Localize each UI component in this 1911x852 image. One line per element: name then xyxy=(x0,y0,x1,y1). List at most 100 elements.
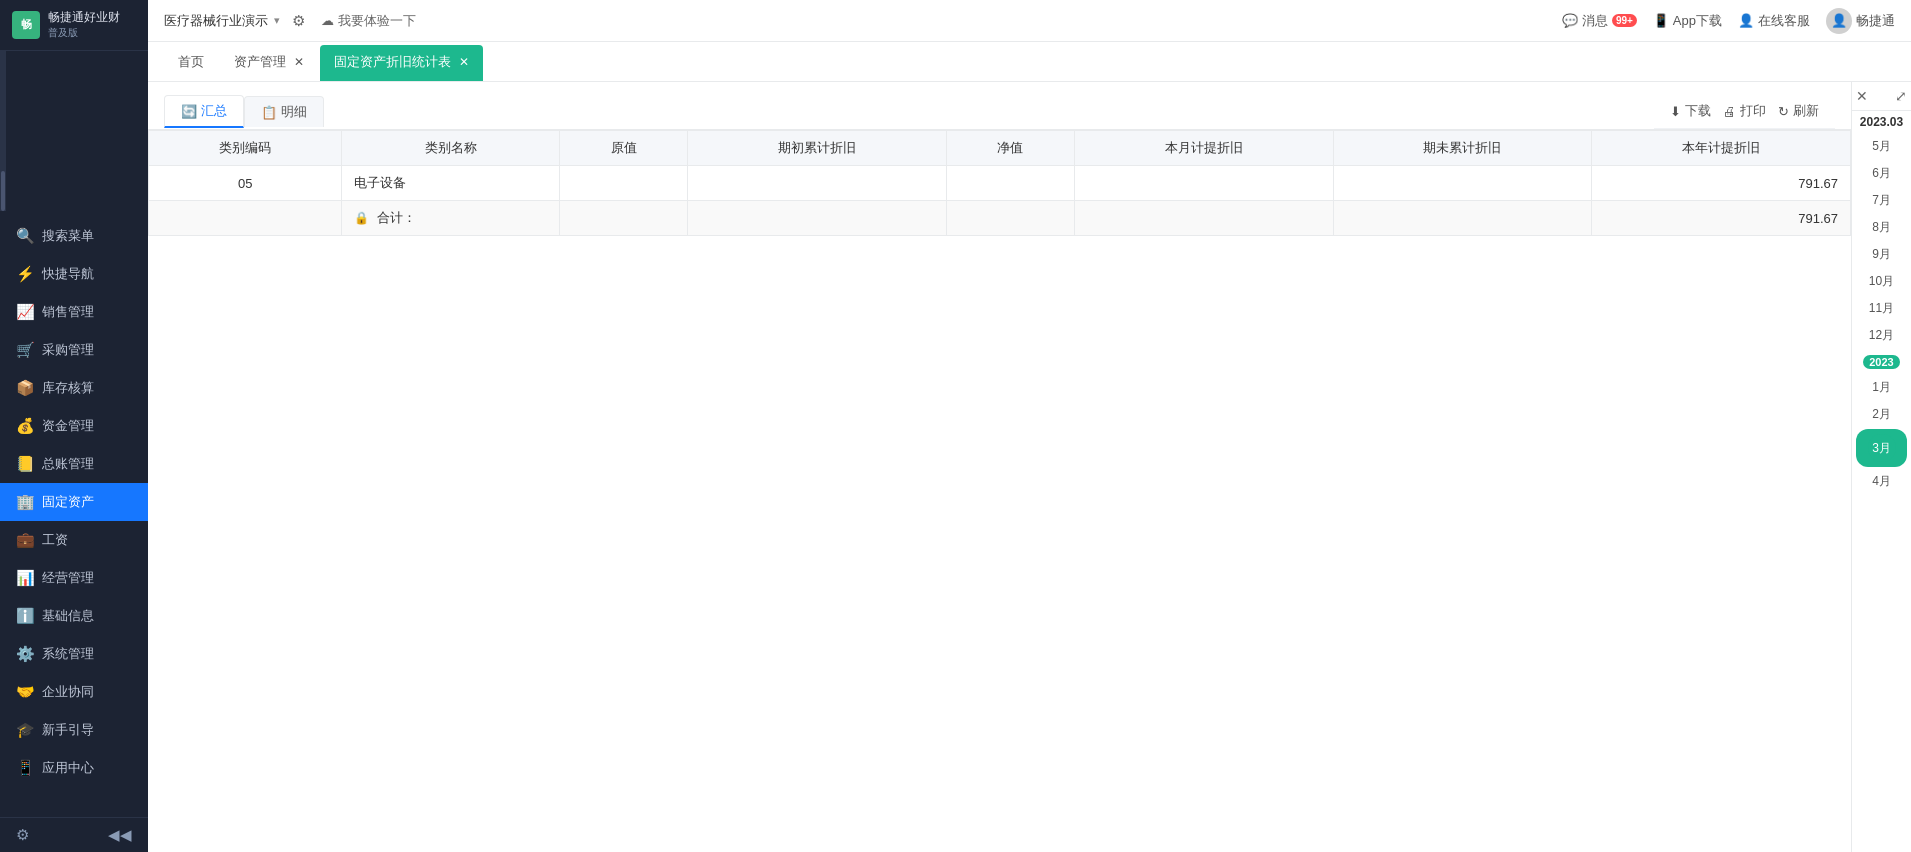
row-name: 电子设备 xyxy=(342,166,560,201)
sidebar-item-label: 系统管理 xyxy=(42,645,94,663)
row-monthly-dep xyxy=(1074,166,1333,201)
sidebar-item-guide[interactable]: 🎓 新手引导 xyxy=(0,711,148,749)
tab-depreciation[interactable]: 固定资产折旧统计表 ✕ xyxy=(320,45,483,81)
sidebar-item-quicknav[interactable]: ⚡ 快捷导航 xyxy=(0,255,148,293)
sidebar-item-funds[interactable]: 💰 资金管理 xyxy=(0,407,148,445)
col-net-value: 净值 xyxy=(946,131,1074,166)
app-icon: 📱 xyxy=(1653,13,1669,28)
online-service-btn[interactable]: 👤 在线客服 xyxy=(1738,12,1810,30)
sidebar-item-label: 搜索菜单 xyxy=(42,227,94,245)
sidebar-item-payroll[interactable]: 💼 工资 xyxy=(0,521,148,559)
sidebar-item-label: 采购管理 xyxy=(42,341,94,359)
sidebar-item-label: 销售管理 xyxy=(42,303,94,321)
summary-row: 🔒 合计： 791.67 xyxy=(149,201,1851,236)
settings-icon[interactable]: ⚙ xyxy=(16,826,29,844)
experience-btn[interactable]: ☁ 我要体验一下 xyxy=(321,12,416,30)
logo-name: 畅捷通好业财 xyxy=(48,10,120,26)
row-code: 05 xyxy=(149,166,342,201)
sidebar-item-system[interactable]: ⚙️ 系统管理 xyxy=(0,635,148,673)
tab-asset-mgmt[interactable]: 资产管理 ✕ xyxy=(220,45,318,81)
subtab-detail-label: 明细 xyxy=(281,103,307,121)
sum-annual-dep: 791.67 xyxy=(1592,201,1851,236)
tab-asset-close-icon[interactable]: ✕ xyxy=(294,55,304,69)
user-profile-btn[interactable]: 👤 畅捷通 xyxy=(1826,8,1895,34)
sidebar-item-ledger[interactable]: 📒 总账管理 xyxy=(0,445,148,483)
sidebar-item-label: 新手引导 xyxy=(42,721,94,739)
date-month-12[interactable]: 12月 xyxy=(1852,322,1911,349)
sidebar-item-basics[interactable]: ℹ️ 基础信息 xyxy=(0,597,148,635)
row-original xyxy=(559,166,687,201)
avatar: 👤 xyxy=(1826,8,1852,34)
sidebar-item-inventory[interactable]: 📦 库存核算 xyxy=(0,369,148,407)
print-btn[interactable]: 🖨 打印 xyxy=(1723,102,1766,120)
sidebar-item-search[interactable]: 🔍 搜索菜单 xyxy=(0,217,148,255)
sidebar-logo: 畅 畅捷通好业财 普及版 xyxy=(0,0,148,51)
company-selector[interactable]: 医疗器械行业演示 ▾ xyxy=(164,12,280,30)
ledger-icon: 📒 xyxy=(16,455,34,473)
logo-icon: 畅 xyxy=(12,11,40,39)
col-original: 原值 xyxy=(559,131,687,166)
experience-label: 我要体验一下 xyxy=(338,12,416,30)
date-month-10[interactable]: 10月 xyxy=(1852,268,1911,295)
tab-home[interactable]: 首页 xyxy=(164,45,218,81)
funds-icon: 💰 xyxy=(16,417,34,435)
tab-home-label: 首页 xyxy=(178,53,204,71)
col-name: 类别名称 xyxy=(342,131,560,166)
sidebar-item-sales[interactable]: 📈 销售管理 xyxy=(0,293,148,331)
inventory-icon: 📦 xyxy=(16,379,34,397)
system-icon: ⚙️ xyxy=(16,645,34,663)
col-annual-dep: 本年计提折旧 xyxy=(1592,131,1851,166)
selected-month-circle: 3月 xyxy=(1868,434,1896,462)
sidebar: 畅 畅捷通好业财 普及版 🔍 搜索菜单 ⚡ 快捷导航 📈 销售管理 🛒 采购管理… xyxy=(0,0,148,852)
sum-label-cell xyxy=(149,201,342,236)
panel-close-icon[interactable]: ✕ xyxy=(1856,88,1868,104)
date-month-4[interactable]: 4月 xyxy=(1852,468,1911,495)
sidebar-item-purchase[interactable]: 🛒 采购管理 xyxy=(0,331,148,369)
date-month-11[interactable]: 11月 xyxy=(1852,295,1911,322)
date-month-5[interactable]: 5月 xyxy=(1852,133,1911,160)
operations-icon: 📊 xyxy=(16,569,34,587)
tab-depreciation-close-icon[interactable]: ✕ xyxy=(459,55,469,69)
refresh-btn[interactable]: ↻ 刷新 xyxy=(1778,102,1819,120)
sidebar-item-operations[interactable]: 📊 经营管理 xyxy=(0,559,148,597)
sidebar-item-label: 企业协同 xyxy=(42,683,94,701)
date-month-6[interactable]: 6月 xyxy=(1852,160,1911,187)
sidebar-item-label: 总账管理 xyxy=(42,455,94,473)
sidebar-item-fixed[interactable]: 🏢 固定资产 xyxy=(0,483,148,521)
app-download-btn[interactable]: 📱 App下载 xyxy=(1653,12,1722,30)
purchase-icon: 🛒 xyxy=(16,341,34,359)
username: 畅捷通 xyxy=(1856,12,1895,30)
sales-icon: 📈 xyxy=(16,303,34,321)
date-month-9[interactable]: 9月 xyxy=(1852,241,1911,268)
date-month-3-selected[interactable]: 3月 xyxy=(1856,429,1907,467)
tab-asset-label: 资产管理 xyxy=(234,53,286,71)
date-list: 5月 6月 7月 8月 9月 10月 11月 12月 2023 1月 2月 3月… xyxy=(1852,133,1911,852)
date-month-1[interactable]: 1月 xyxy=(1852,374,1911,401)
date-month-8[interactable]: 8月 xyxy=(1852,214,1911,241)
refresh-label: 刷新 xyxy=(1793,102,1819,120)
topbar: 医疗器械行业演示 ▾ ⚙ ☁ 我要体验一下 💬 消息 99+ 📱 App下载 👤… xyxy=(148,0,1911,42)
row-period-dep xyxy=(1333,166,1592,201)
subtab-summary[interactable]: 🔄 汇总 xyxy=(164,95,244,128)
sidebar-item-collab[interactable]: 🤝 企业协同 xyxy=(0,673,148,711)
download-label: 下载 xyxy=(1685,102,1711,120)
print-icon: 🖨 xyxy=(1723,104,1736,119)
collapse-icon[interactable]: ◀◀ xyxy=(108,826,132,844)
payroll-icon: 💼 xyxy=(16,531,34,549)
sidebar-item-label: 经营管理 xyxy=(42,569,94,587)
appcenter-icon: 📱 xyxy=(16,759,34,777)
date-year-2023[interactable]: 2023 xyxy=(1852,349,1911,374)
download-icon: ⬇ xyxy=(1670,104,1681,119)
fixed-icon: 🏢 xyxy=(16,493,34,511)
row-net-value xyxy=(946,166,1074,201)
content-main: 🔄 汇总 📋 明细 ⬇ 下载 🖨 打印 xyxy=(148,82,1851,852)
subtab-detail[interactable]: 📋 明细 xyxy=(244,96,324,127)
download-btn[interactable]: ⬇ 下载 xyxy=(1670,102,1711,120)
messages-btn[interactable]: 💬 消息 99+ xyxy=(1562,12,1637,30)
sidebar-item-appcenter[interactable]: 📱 应用中心 xyxy=(0,749,148,787)
sum-original xyxy=(559,201,687,236)
date-month-7[interactable]: 7月 xyxy=(1852,187,1911,214)
gear-icon[interactable]: ⚙ xyxy=(292,12,305,30)
panel-expand-icon[interactable]: ⤢ xyxy=(1895,88,1907,104)
date-month-2[interactable]: 2月 xyxy=(1852,401,1911,428)
